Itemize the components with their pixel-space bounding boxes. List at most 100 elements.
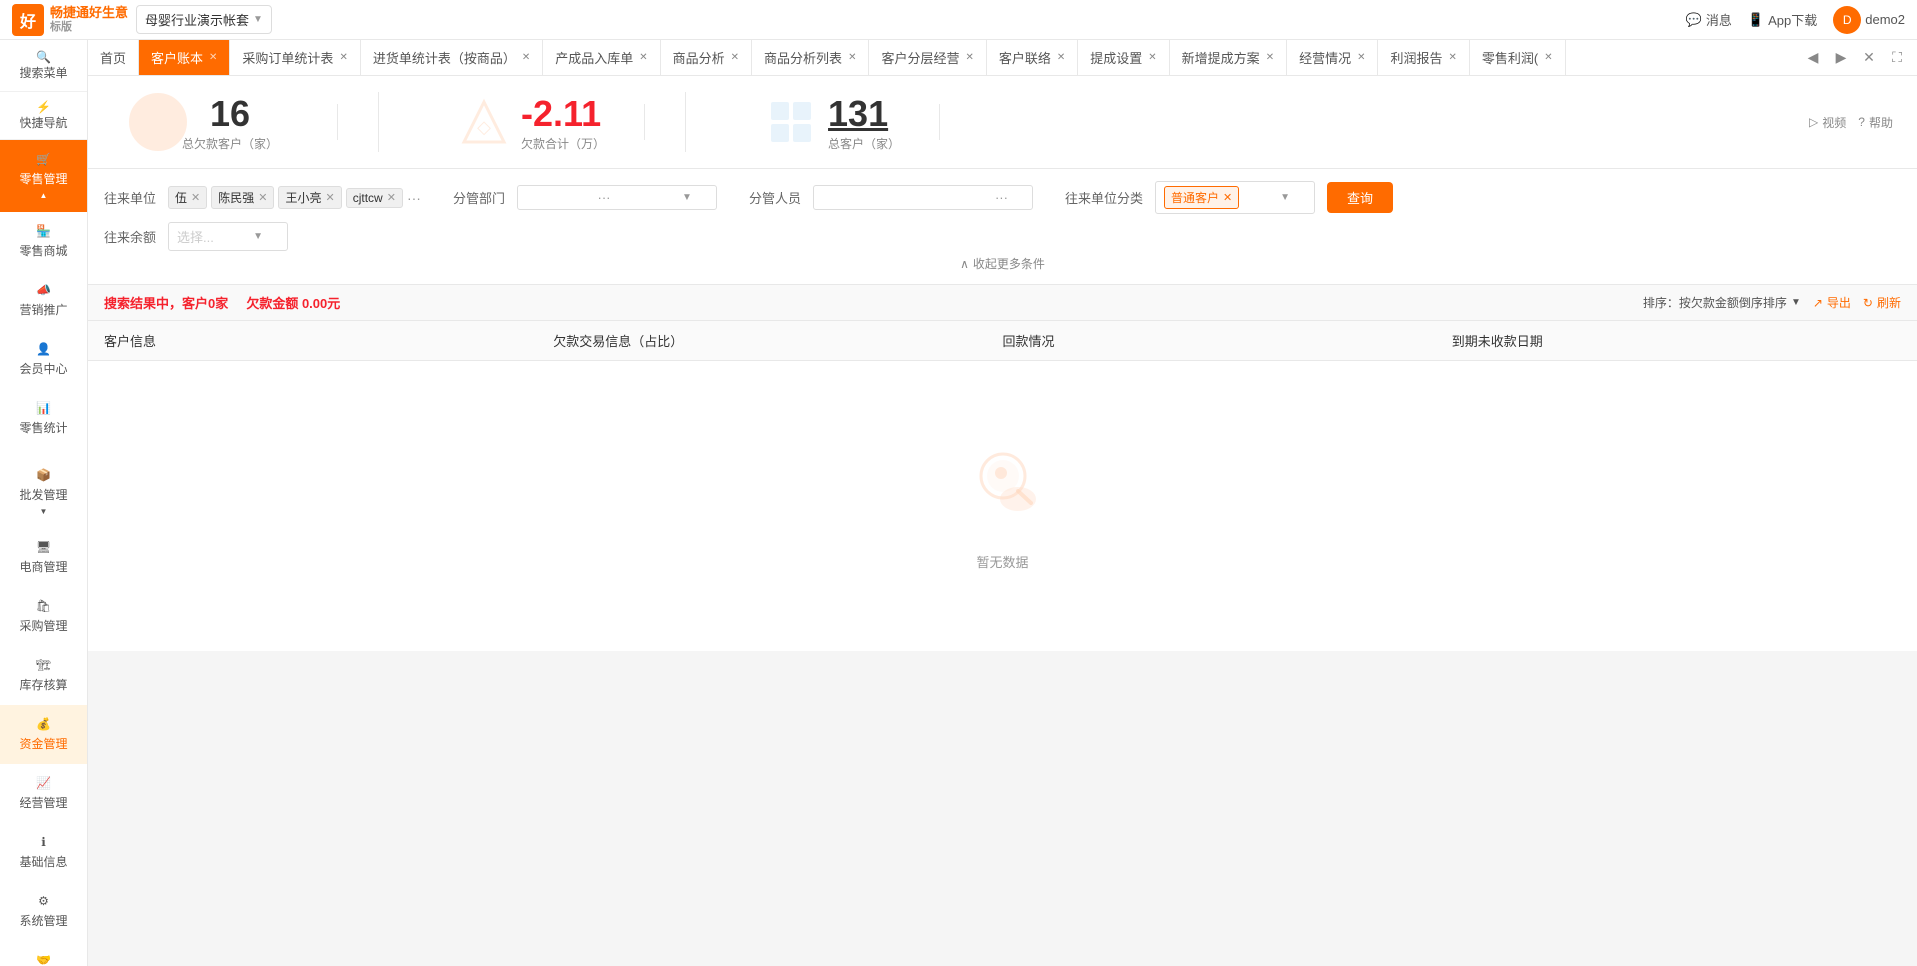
- sidebar-item-label-marketing: 营销推广: [19, 301, 67, 318]
- tab-next-btn[interactable]: ▶: [1829, 46, 1853, 70]
- refresh-btn[interactable]: ↻ 刷新: [1863, 294, 1901, 311]
- unit-filter-label: 往来单位: [104, 188, 156, 207]
- refresh-icon: ↻: [1863, 296, 1873, 310]
- sidebar-item-member-center[interactable]: 👤 会员中心: [0, 330, 87, 389]
- tab-close-customer-ledger[interactable]: ✕: [209, 52, 217, 63]
- batch-manage-icon: 📦: [36, 468, 51, 482]
- sidebar-item-enterprise[interactable]: 🤝 企业协同: [0, 941, 87, 966]
- tab-close-customer-segmentation[interactable]: ✕: [965, 52, 973, 63]
- tab-customer-ledger[interactable]: 客户账本 ✕: [139, 40, 230, 76]
- unit-class-select[interactable]: 普通客户 ✕ ▼: [1155, 181, 1315, 214]
- table-header: 客户信息 欠款交易信息（占比） 回款情况 到期未收款日期: [88, 321, 1917, 361]
- tab-close-product-stock-in[interactable]: ✕: [639, 52, 647, 63]
- tag-wu-label: 伍: [175, 189, 187, 206]
- stat-block-total-customers: 131 总客户（家）: [726, 93, 940, 152]
- tab-bar-controls: ◀ ▶ ✕ ⛶: [1793, 46, 1917, 70]
- tab-maximize-btn[interactable]: ⛶: [1885, 46, 1909, 70]
- tab-close-submit-settings[interactable]: ✕: [1148, 52, 1156, 63]
- org-selector[interactable]: 母婴行业演示帐套 ▼: [136, 5, 272, 34]
- sidebar-item-retail-mall[interactable]: 🏪 零售商城: [0, 212, 87, 271]
- tab-close-purchase-stats-by-product[interactable]: ✕: [522, 52, 530, 63]
- sidebar-item-purchase[interactable]: 🛍 采购管理: [0, 587, 87, 646]
- tab-product-stock-in[interactable]: 产成品入库单 ✕: [543, 40, 660, 76]
- sidebar-item-operation[interactable]: 📈 经营管理: [0, 764, 87, 823]
- tab-customer-segmentation[interactable]: 客户分层经营 ✕: [869, 40, 986, 76]
- collapse-filter-btn[interactable]: ∧ 收起更多条件: [104, 255, 1901, 272]
- results-info: 搜索结果中，客户0家 欠款金额 0.00元: [104, 293, 340, 312]
- app-download-btn[interactable]: 📱 App下载: [1748, 10, 1817, 29]
- help-icon: ?: [1858, 115, 1865, 129]
- tab-close-operation-status[interactable]: ✕: [1357, 52, 1365, 63]
- new-plan-label: 新增提成方案: [1182, 48, 1260, 67]
- stats-right-actions: ▷ 视频 ? 帮助: [1809, 114, 1893, 131]
- sidebar-item-inventory[interactable]: 🏗 库存核算: [0, 646, 87, 705]
- tab-profit-report[interactable]: 利润报告 ✕: [1378, 40, 1469, 76]
- sidebar-item-retail-manage[interactable]: 🛒 零售管理 ▲: [0, 140, 87, 212]
- credit-placeholder: 选择...: [177, 227, 214, 246]
- sidebar-item-system[interactable]: ⚙ 系统管理: [0, 882, 87, 941]
- tab-close-new-plan[interactable]: ✕: [1266, 52, 1274, 63]
- tab-product-analysis[interactable]: 商品分析 ✕: [661, 40, 752, 76]
- tab-purchase-order-stats[interactable]: 采购订单统计表 ✕: [230, 40, 360, 76]
- export-label: 导出: [1827, 294, 1851, 311]
- tag-normal-customer-close[interactable]: ✕: [1223, 191, 1232, 204]
- query-button[interactable]: 查询: [1327, 182, 1393, 213]
- sidebar-item-ecommerce[interactable]: 🖥 电商管理: [0, 528, 87, 587]
- sidebar-item-retail-stats[interactable]: 📊 零售统计: [0, 389, 87, 448]
- dept-select[interactable]: ··· ▼: [517, 185, 717, 210]
- help-action[interactable]: ? 帮助: [1858, 114, 1893, 131]
- video-action[interactable]: ▷ 视频: [1809, 114, 1846, 131]
- avatar: D: [1833, 6, 1861, 34]
- sort-select[interactable]: 排序：按欠款金额倒序排序 ▼: [1643, 294, 1801, 311]
- tab-purchase-stats-by-product[interactable]: 进货单统计表（按商品） ✕: [361, 40, 543, 76]
- sidebar-item-marketing[interactable]: 📣 营销推广: [0, 271, 87, 330]
- sidebar-quick-nav[interactable]: ⚡ 快捷导航: [0, 92, 87, 140]
- filter-tag-wang: 王小亮 ✕: [278, 186, 341, 209]
- tab-operation-status[interactable]: 经营情况 ✕: [1287, 40, 1378, 76]
- tab-close-profit-report[interactable]: ✕: [1449, 52, 1457, 63]
- app-download-label: App下载: [1768, 10, 1817, 29]
- table-col-repayment: 回款情况: [1003, 331, 1452, 350]
- tab-prev-btn[interactable]: ◀: [1801, 46, 1825, 70]
- person-select[interactable]: ···: [813, 185, 1033, 210]
- tab-close-all-btn[interactable]: ✕: [1857, 46, 1881, 70]
- empty-text: 暂无数据: [976, 552, 1028, 571]
- product-stock-in-label: 产成品入库单: [555, 48, 633, 67]
- tab-retail-profit[interactable]: 零售利润( ✕: [1470, 40, 1566, 76]
- sidebar-search[interactable]: 🔍 搜索菜单: [0, 40, 87, 92]
- data-table: 客户信息 欠款交易信息（占比） 回款情况 到期未收款日期: [88, 321, 1917, 651]
- export-btn[interactable]: ↗ 导出: [1813, 294, 1851, 311]
- tab-close-product-analysis[interactable]: ✕: [731, 52, 739, 63]
- retail-manage-icon: 🛒: [36, 152, 51, 166]
- tab-close-retail-profit[interactable]: ✕: [1544, 52, 1552, 63]
- tab-product-analysis-list[interactable]: 商品分析列表 ✕: [752, 40, 869, 76]
- batch-expand-icon: ▼: [40, 507, 48, 516]
- user-profile[interactable]: D demo2: [1833, 6, 1905, 34]
- member-icon: 👤: [36, 342, 51, 356]
- tab-close-customer-contact[interactable]: ✕: [1057, 52, 1065, 63]
- tab-close-product-analysis-list[interactable]: ✕: [848, 52, 856, 63]
- system-icon: ⚙: [38, 894, 49, 908]
- tab-customer-contact[interactable]: 客户联络 ✕: [987, 40, 1078, 76]
- message-btn[interactable]: 💬 消息: [1686, 10, 1732, 29]
- tab-home[interactable]: 首页: [88, 40, 139, 76]
- tab-submit-settings[interactable]: 提成设置 ✕: [1078, 40, 1169, 76]
- sidebar-item-finance[interactable]: 💰 资金管理: [0, 705, 87, 764]
- quick-nav-label: 快捷导航: [0, 114, 87, 131]
- download-icon: 📱: [1748, 12, 1764, 28]
- sidebar-item-basic-info[interactable]: ℹ 基础信息: [0, 823, 87, 882]
- stat1-value: 16: [210, 93, 250, 135]
- customer-segmentation-label: 客户分层经营: [881, 48, 959, 67]
- marketing-icon: 📣: [36, 283, 51, 297]
- tab-new-plan[interactable]: 新增提成方案 ✕: [1170, 40, 1287, 76]
- filter-more-btn[interactable]: ···: [407, 190, 421, 206]
- stats-row: ¥ 16 总欠款客户（家） ◇ -2.11 欠款合计（万）: [88, 76, 1917, 169]
- sidebar-item-batch-manage[interactable]: 📦 批发管理 ▼: [0, 456, 87, 528]
- tag-cjttcw-close[interactable]: ✕: [387, 191, 396, 204]
- tag-chen-close[interactable]: ✕: [258, 191, 267, 204]
- purchase-order-stats-label: 采购订单统计表: [242, 48, 333, 67]
- credit-select[interactable]: 选择... ▼: [168, 222, 288, 251]
- tab-close-purchase-order-stats[interactable]: ✕: [339, 52, 347, 63]
- tag-wang-close[interactable]: ✕: [326, 191, 335, 204]
- tag-wu-close[interactable]: ✕: [191, 191, 200, 204]
